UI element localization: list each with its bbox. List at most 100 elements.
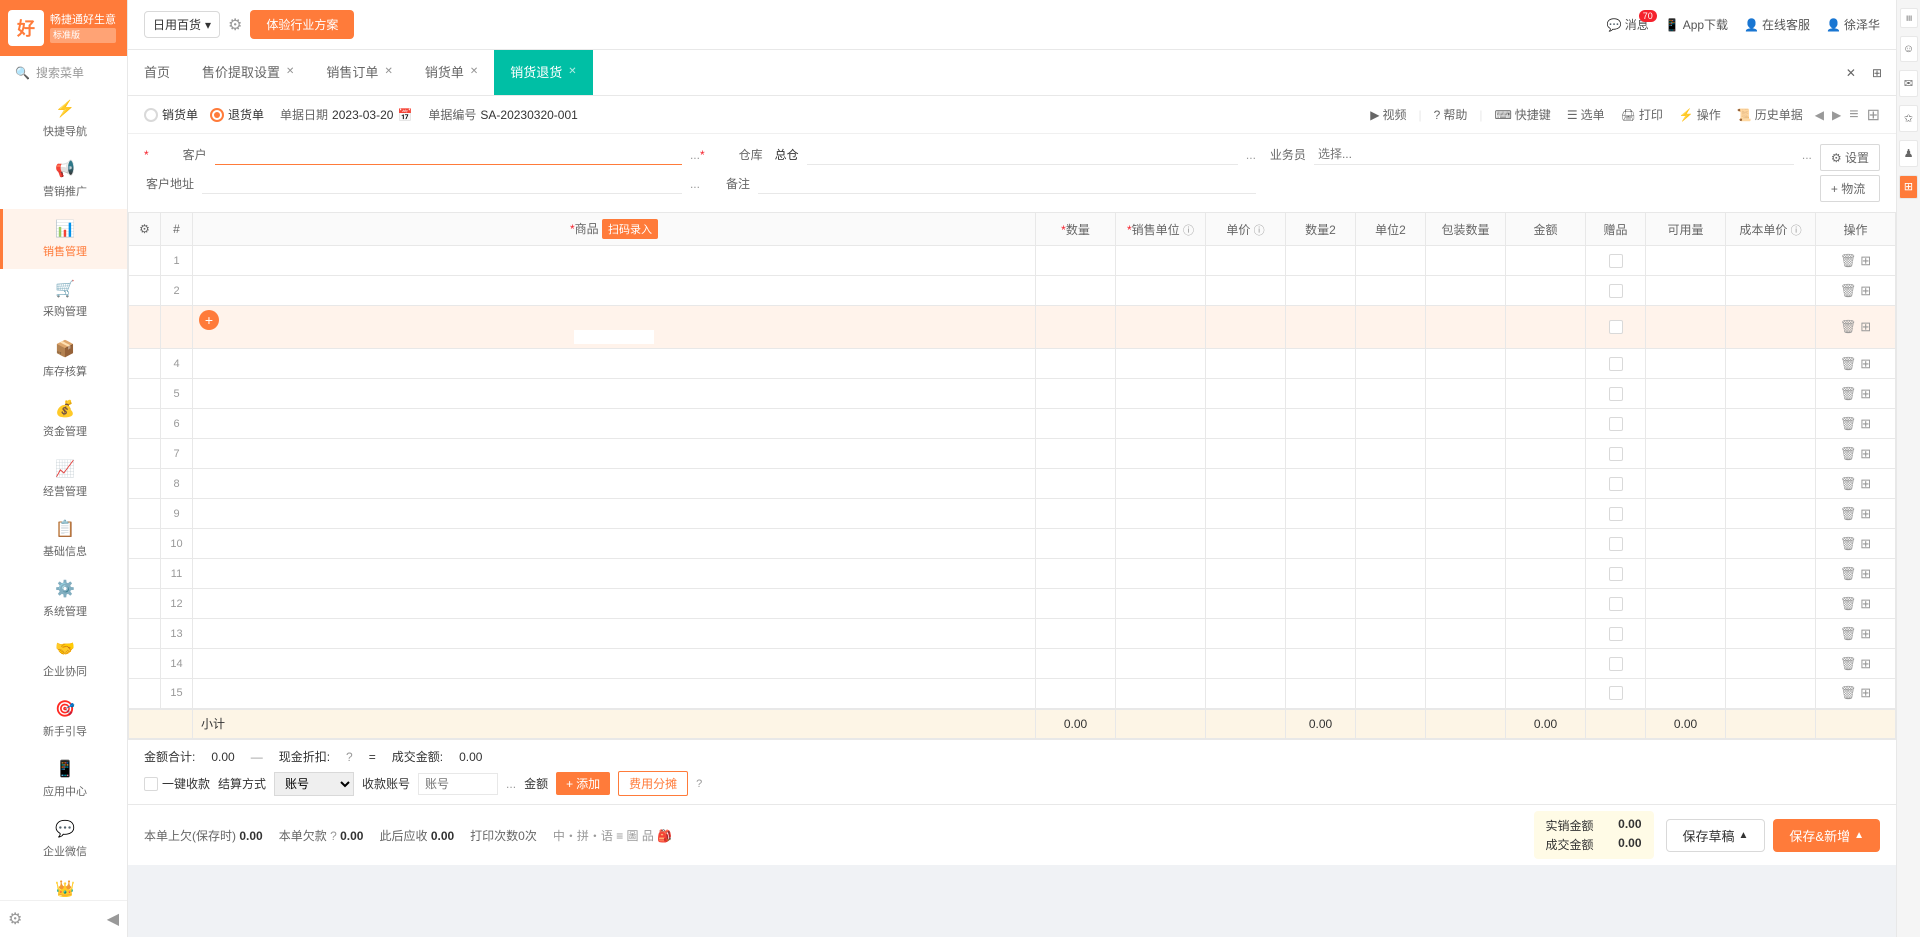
save-new-btn[interactable]: 保存&新增 ▲ bbox=[1773, 819, 1880, 852]
delete-icon-10[interactable]: 🗑 bbox=[1840, 536, 1857, 552]
row-product-10[interactable] bbox=[193, 529, 1036, 559]
row-amount-2[interactable] bbox=[1506, 276, 1586, 306]
nav-next-icon[interactable]: ▶ bbox=[1832, 108, 1841, 122]
row-cost-4[interactable] bbox=[1726, 349, 1816, 379]
row-avail-13[interactable] bbox=[1646, 619, 1726, 649]
tab-home[interactable]: 首页 bbox=[128, 50, 186, 95]
sidebar-item-purchase[interactable]: 🛒 采购管理 bbox=[0, 269, 127, 329]
row-unit2-2[interactable] bbox=[1356, 276, 1426, 306]
tab-sale-price[interactable]: 售价提取设置 ✕ bbox=[186, 50, 310, 95]
fee-split-btn[interactable]: 费用分摊 bbox=[618, 771, 688, 796]
row-cost-13[interactable] bbox=[1726, 619, 1816, 649]
row-unit2-11[interactable] bbox=[1356, 559, 1426, 589]
row-avail-4[interactable] bbox=[1646, 349, 1726, 379]
row-avail-14[interactable] bbox=[1646, 649, 1726, 679]
row-price-7[interactable] bbox=[1206, 439, 1286, 469]
row-unit-3[interactable] bbox=[1116, 306, 1206, 349]
row-cost-11[interactable] bbox=[1726, 559, 1816, 589]
row-unit2-5[interactable] bbox=[1356, 379, 1426, 409]
row-qty2-5[interactable] bbox=[1286, 379, 1356, 409]
row-price-1[interactable] bbox=[1206, 246, 1286, 276]
add-payment-btn[interactable]: + 添加 bbox=[556, 772, 610, 795]
salesperson-more-btn[interactable]: ... bbox=[1802, 148, 1812, 162]
row-product-8[interactable] bbox=[193, 469, 1036, 499]
row-cost-12[interactable] bbox=[1726, 589, 1816, 619]
row-unit2-14[interactable] bbox=[1356, 649, 1426, 679]
copy-icon-9[interactable]: ⊞ bbox=[1860, 506, 1871, 522]
sidebar-item-sales[interactable]: 📊 销售管理 bbox=[0, 209, 127, 269]
delete-icon-8[interactable]: 🗑 bbox=[1840, 476, 1857, 492]
row-avail-6[interactable] bbox=[1646, 409, 1726, 439]
row-unit2-9[interactable] bbox=[1356, 499, 1426, 529]
row-pack-1[interactable] bbox=[1426, 246, 1506, 276]
row-amount-15[interactable] bbox=[1506, 679, 1586, 709]
address-input[interactable] bbox=[202, 173, 682, 194]
current-debt-icon[interactable]: ? bbox=[330, 829, 337, 843]
right-tool-1[interactable]: ≡ bbox=[1900, 8, 1918, 28]
row-pack-9[interactable] bbox=[1426, 499, 1506, 529]
delete-icon-4[interactable]: 🗑 bbox=[1840, 356, 1857, 372]
row-qty-3[interactable] bbox=[1036, 306, 1116, 349]
row-unit-10[interactable] bbox=[1116, 529, 1206, 559]
row-avail-9[interactable] bbox=[1646, 499, 1726, 529]
row-gift-8[interactable] bbox=[1586, 469, 1646, 499]
row-cost-8[interactable] bbox=[1726, 469, 1816, 499]
row-pack-2[interactable] bbox=[1426, 276, 1506, 306]
row-unit2-7[interactable] bbox=[1356, 439, 1426, 469]
delete-icon-15[interactable]: 🗑 bbox=[1840, 685, 1857, 701]
industry-select[interactable]: 日用百货 ▾ bbox=[144, 11, 220, 38]
tab-restore-btn[interactable]: ⊞ bbox=[1866, 62, 1888, 84]
sidebar-item-enterprise[interactable]: 🤝 企业协同 bbox=[0, 629, 127, 689]
radio-delivery[interactable]: 销货单 bbox=[144, 106, 198, 123]
row-pack-7[interactable] bbox=[1426, 439, 1506, 469]
sidebar-item-search[interactable]: 🔍 搜索菜单 bbox=[0, 56, 127, 89]
row-amount-7[interactable] bbox=[1506, 439, 1586, 469]
discount-icon[interactable]: ? bbox=[346, 750, 353, 764]
sidebar-collapse-icon[interactable]: ◀ bbox=[107, 909, 119, 929]
row-qty2-7[interactable] bbox=[1286, 439, 1356, 469]
row-amount-13[interactable] bbox=[1506, 619, 1586, 649]
row-qty-8[interactable] bbox=[1036, 469, 1116, 499]
row-price-10[interactable] bbox=[1206, 529, 1286, 559]
tab-close-sale-order[interactable]: ✕ bbox=[384, 66, 392, 77]
sidebar-item-marketing[interactable]: 📢 营销推广 bbox=[0, 149, 127, 209]
row-product-4[interactable] bbox=[193, 349, 1036, 379]
row-gift-15[interactable] bbox=[1586, 679, 1646, 709]
copy-icon-10[interactable]: ⊞ bbox=[1860, 536, 1871, 552]
row-gift-14[interactable] bbox=[1586, 649, 1646, 679]
right-tool-3[interactable]: ✉ bbox=[1899, 70, 1918, 97]
row-pack-5[interactable] bbox=[1426, 379, 1506, 409]
delete-icon-12[interactable]: 🗑 bbox=[1840, 596, 1857, 612]
row-gift-5[interactable] bbox=[1586, 379, 1646, 409]
row-avail-12[interactable] bbox=[1646, 589, 1726, 619]
row-qty-7[interactable] bbox=[1036, 439, 1116, 469]
sidebar-item-wechat[interactable]: 💬 企业微信 bbox=[0, 809, 127, 869]
account-input[interactable] bbox=[418, 773, 498, 795]
row-gift-9[interactable] bbox=[1586, 499, 1646, 529]
copy-icon-4[interactable]: ⊞ bbox=[1860, 356, 1871, 372]
scan-btn[interactable]: 扫码录入 bbox=[602, 219, 658, 239]
copy-icon-13[interactable]: ⊞ bbox=[1860, 626, 1871, 642]
logistics-btn[interactable]: + 物流 bbox=[1820, 175, 1880, 202]
row-qty-10[interactable] bbox=[1036, 529, 1116, 559]
row-pack-10[interactable] bbox=[1426, 529, 1506, 559]
row-cost-15[interactable] bbox=[1726, 679, 1816, 709]
row-unit-15[interactable] bbox=[1116, 679, 1206, 709]
one-click-payment-cb[interactable]: 一键收款 bbox=[144, 775, 210, 792]
row-product-13[interactable] bbox=[193, 619, 1036, 649]
row-price-14[interactable] bbox=[1206, 649, 1286, 679]
copy-icon-15[interactable]: ⊞ bbox=[1860, 685, 1871, 701]
delete-icon-1[interactable]: 🗑 bbox=[1840, 253, 1857, 269]
row-unit-13[interactable] bbox=[1116, 619, 1206, 649]
sidebar-item-member[interactable]: 👑 畅会员 bbox=[0, 869, 127, 900]
experience-btn[interactable]: 体验行业方案 bbox=[250, 10, 354, 39]
warehouse-input[interactable] bbox=[807, 144, 1238, 165]
row-amount-4[interactable] bbox=[1506, 349, 1586, 379]
row-amount-3[interactable] bbox=[1506, 306, 1586, 349]
copy-icon-14[interactable]: ⊞ bbox=[1860, 656, 1871, 672]
row-unit-14[interactable] bbox=[1116, 649, 1206, 679]
copy-icon-6[interactable]: ⊞ bbox=[1860, 416, 1871, 432]
user-avatar[interactable]: 👤 徐泽华 bbox=[1826, 16, 1880, 33]
app-download-btn[interactable]: 📱 App下载 bbox=[1665, 16, 1728, 33]
row-gift-6[interactable] bbox=[1586, 409, 1646, 439]
